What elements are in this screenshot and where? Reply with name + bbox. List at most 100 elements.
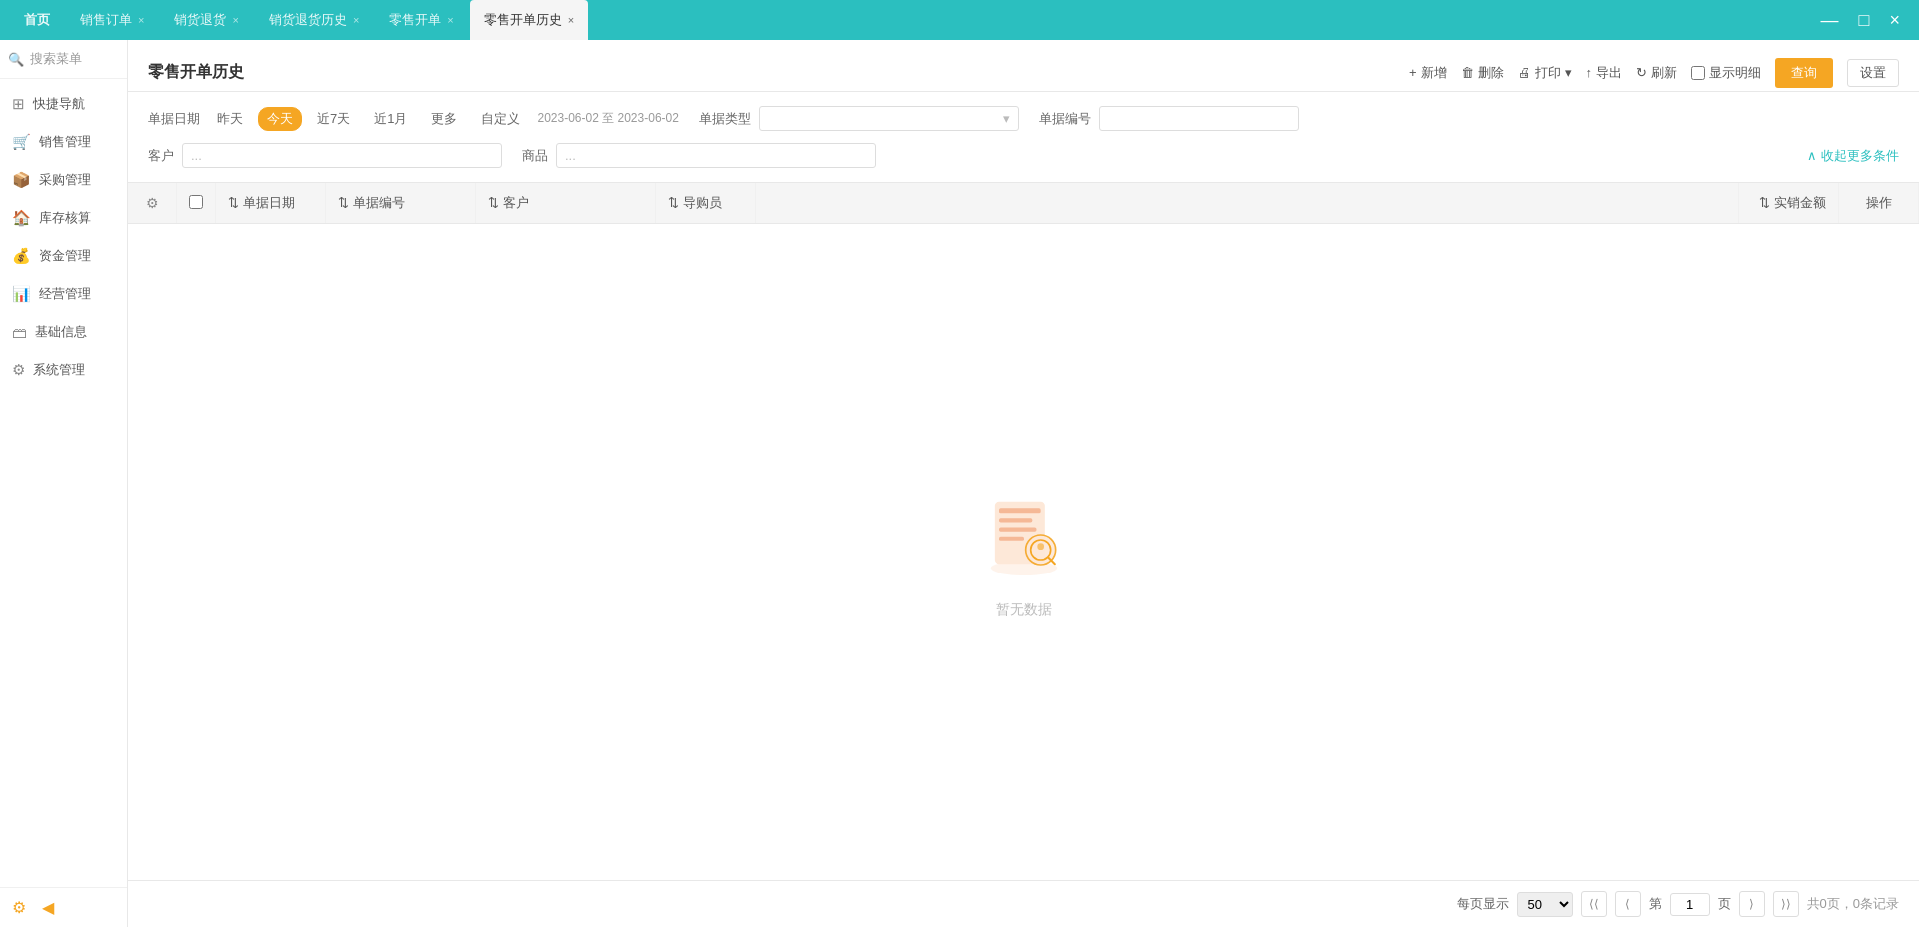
sidebar-search[interactable]: 🔍 搜索菜单 <box>0 40 127 79</box>
tab-retail-open[interactable]: 零售开单 × <box>375 0 467 40</box>
export-button[interactable]: ↑ 导出 <box>1586 64 1623 82</box>
top-nav: 首页 销售订单 × 销货退货 × 销货退货历史 × 零售开单 × 零售开单历史 … <box>0 0 1919 40</box>
export-icon: ↑ <box>1586 65 1593 80</box>
window-close-btn[interactable]: — <box>1816 10 1844 31</box>
empty-text: 暂无数据 <box>996 601 1052 619</box>
filter-docnum-input[interactable] <box>1099 106 1299 131</box>
sidebar-item-sys-mgmt-label: 系统管理 <box>33 361 85 379</box>
content-area: 零售开单历史 + 新增 🗑 删除 🖨 打印 ▾ ↑ 导出 <box>128 40 1919 927</box>
col-ops-header: 操作 <box>1839 183 1919 224</box>
tab-retail-open-history[interactable]: 零售开单历史 × <box>470 0 588 40</box>
filter-goods-dots: ... <box>565 148 576 163</box>
sidebar-item-purchase-mgmt[interactable]: 📦 采购管理 <box>0 161 127 199</box>
tab-sales-return-label: 销货退货 <box>174 11 226 29</box>
tab-retail-open-close[interactable]: × <box>447 14 453 26</box>
sidebar-item-base-info-label: 基础信息 <box>35 323 87 341</box>
per-page-select[interactable]: 50 10 20 100 <box>1517 892 1573 917</box>
refresh-icon: ↻ <box>1636 65 1647 80</box>
col-date-header[interactable]: ⇅ 单据日期 <box>216 183 326 224</box>
delete-label: 删除 <box>1478 64 1504 82</box>
last-page-btn[interactable]: ⟩⟩ <box>1773 891 1799 917</box>
quick-nav-icon: ⊞ <box>12 95 25 113</box>
tab-retail-open-label: 零售开单 <box>389 11 441 29</box>
sidebar-item-sales-mgmt[interactable]: 🛒 销售管理 <box>0 123 127 161</box>
sidebar-item-sys-mgmt[interactable]: ⚙ 系统管理 <box>0 351 127 389</box>
sidebar-item-operations[interactable]: 📊 经营管理 <box>0 275 127 313</box>
print-button[interactable]: 🖨 打印 ▾ <box>1518 64 1572 82</box>
add-button[interactable]: + 新增 <box>1409 64 1447 82</box>
tab-sales-order-close[interactable]: × <box>138 14 144 26</box>
toolbar: + 新增 🗑 删除 🖨 打印 ▾ ↑ 导出 ↻ 刷新 <box>1409 58 1899 88</box>
date-btn-1month[interactable]: 近1月 <box>365 107 416 131</box>
col-amount-header[interactable]: ⇅ 实销金额 <box>1739 183 1839 224</box>
date-btn-more[interactable]: 更多 <box>422 107 466 131</box>
col-date-label: 单据日期 <box>243 195 295 210</box>
filter-date-item: 单据日期 昨天 今天 近7天 近1月 <box>148 107 679 131</box>
select-all-checkbox[interactable] <box>189 195 203 209</box>
refresh-label: 刷新 <box>1651 64 1677 82</box>
tab-sales-return-history[interactable]: 销货退货历史 × <box>255 0 373 40</box>
date-btn-custom[interactable]: 自定义 <box>472 107 529 131</box>
sidebar-items: ⊞ 快捷导航 🛒 销售管理 📦 采购管理 🏠 库存核算 💰 资金管理 📊 <box>0 79 127 887</box>
svg-rect-2 <box>999 508 1041 513</box>
first-page-btn[interactable]: ⟨⟨ <box>1581 891 1607 917</box>
sort-amount-icon: ⇅ <box>1759 195 1770 210</box>
tab-sales-return-history-label: 销货退货历史 <box>269 11 347 29</box>
purchase-mgmt-icon: 📦 <box>12 171 31 189</box>
sidebar-item-quick-nav-label: 快捷导航 <box>33 95 85 113</box>
sidebar-collapse-icon[interactable]: ◀ <box>42 898 54 917</box>
print-icon: 🖨 <box>1518 65 1531 80</box>
next-page-btn[interactable]: ⟩ <box>1739 891 1765 917</box>
sidebar-item-finance[interactable]: 💰 资金管理 <box>0 237 127 275</box>
tab-sales-return-close[interactable]: × <box>232 14 238 26</box>
sidebar: 🔍 搜索菜单 ⊞ 快捷导航 🛒 销售管理 📦 采购管理 🏠 库存核算 � <box>0 40 128 927</box>
delete-button[interactable]: 🗑 删除 <box>1461 64 1504 82</box>
date-btn-yesterday[interactable]: 昨天 <box>208 107 252 131</box>
date-btn-7days[interactable]: 近7天 <box>308 107 359 131</box>
tab-retail-open-history-label: 零售开单历史 <box>484 11 562 29</box>
display-detail-checkbox[interactable] <box>1691 66 1705 80</box>
window-minimize-btn[interactable]: □ <box>1854 10 1875 31</box>
sidebar-settings-icon[interactable]: ⚙ <box>12 898 26 917</box>
filter-row-2: 客户 ... 商品 ... ∧ 收起更多条件 <box>148 143 1899 168</box>
empty-state: 暂无数据 <box>128 224 1919 880</box>
export-label: 导出 <box>1596 64 1622 82</box>
display-detail-button[interactable]: 显示明细 <box>1691 64 1761 82</box>
query-button[interactable]: 查询 <box>1775 58 1833 88</box>
settings-button[interactable]: 设置 <box>1847 59 1899 87</box>
tab-sales-return-history-close[interactable]: × <box>353 14 359 26</box>
base-info-icon: 🗃 <box>12 324 27 341</box>
refresh-button[interactable]: ↻ 刷新 <box>1636 64 1677 82</box>
tab-sales-order[interactable]: 销售订单 × <box>66 0 158 40</box>
col-checkbox-header[interactable] <box>177 183 216 224</box>
query-label: 查询 <box>1791 64 1817 82</box>
collapse-btn[interactable]: ∧ 收起更多条件 <box>1807 147 1899 165</box>
tab-home[interactable]: 首页 <box>10 0 64 40</box>
date-btn-today[interactable]: 今天 <box>258 107 302 131</box>
filter-doctype-select[interactable]: ▾ <box>759 106 1019 131</box>
sidebar-item-inventory[interactable]: 🏠 库存核算 <box>0 199 127 237</box>
table-settings-icon[interactable]: ⚙ <box>140 191 164 215</box>
page-label-pre: 第 <box>1649 895 1662 913</box>
col-amount-label: 实销金额 <box>1774 195 1826 210</box>
col-extra-header <box>756 183 1739 224</box>
page-input[interactable] <box>1670 893 1710 916</box>
tab-retail-open-history-close[interactable]: × <box>568 14 574 26</box>
col-customer-header[interactable]: ⇅ 客户 <box>476 183 656 224</box>
collapse-label: 收起更多条件 <box>1821 147 1899 165</box>
filter-date-btns: 昨天 今天 近7天 近1月 更多 <box>208 107 529 131</box>
sidebar-item-quick-nav[interactable]: ⊞ 快捷导航 <box>0 85 127 123</box>
col-num-header[interactable]: ⇅ 单据编号 <box>326 183 476 224</box>
filter-goods-input[interactable]: ... <box>556 143 876 168</box>
filter-date-range: 2023-06-02 至 2023-06-02 <box>537 110 678 127</box>
prev-page-btn[interactable]: ⟨ <box>1615 891 1641 917</box>
sidebar-item-base-info[interactable]: 🗃 基础信息 <box>0 313 127 351</box>
filter-doctype-chevron: ▾ <box>1003 111 1010 126</box>
col-guide-header[interactable]: ⇅ 导购员 <box>656 183 756 224</box>
window-maximize-btn[interactable]: × <box>1884 10 1905 31</box>
tab-sales-return[interactable]: 销货退货 × <box>160 0 252 40</box>
sidebar-search-inner[interactable]: 🔍 搜索菜单 <box>8 50 119 68</box>
filter-customer-input[interactable]: ... <box>182 143 502 168</box>
sidebar-item-operations-label: 经营管理 <box>39 285 91 303</box>
sidebar-item-inventory-label: 库存核算 <box>39 209 91 227</box>
